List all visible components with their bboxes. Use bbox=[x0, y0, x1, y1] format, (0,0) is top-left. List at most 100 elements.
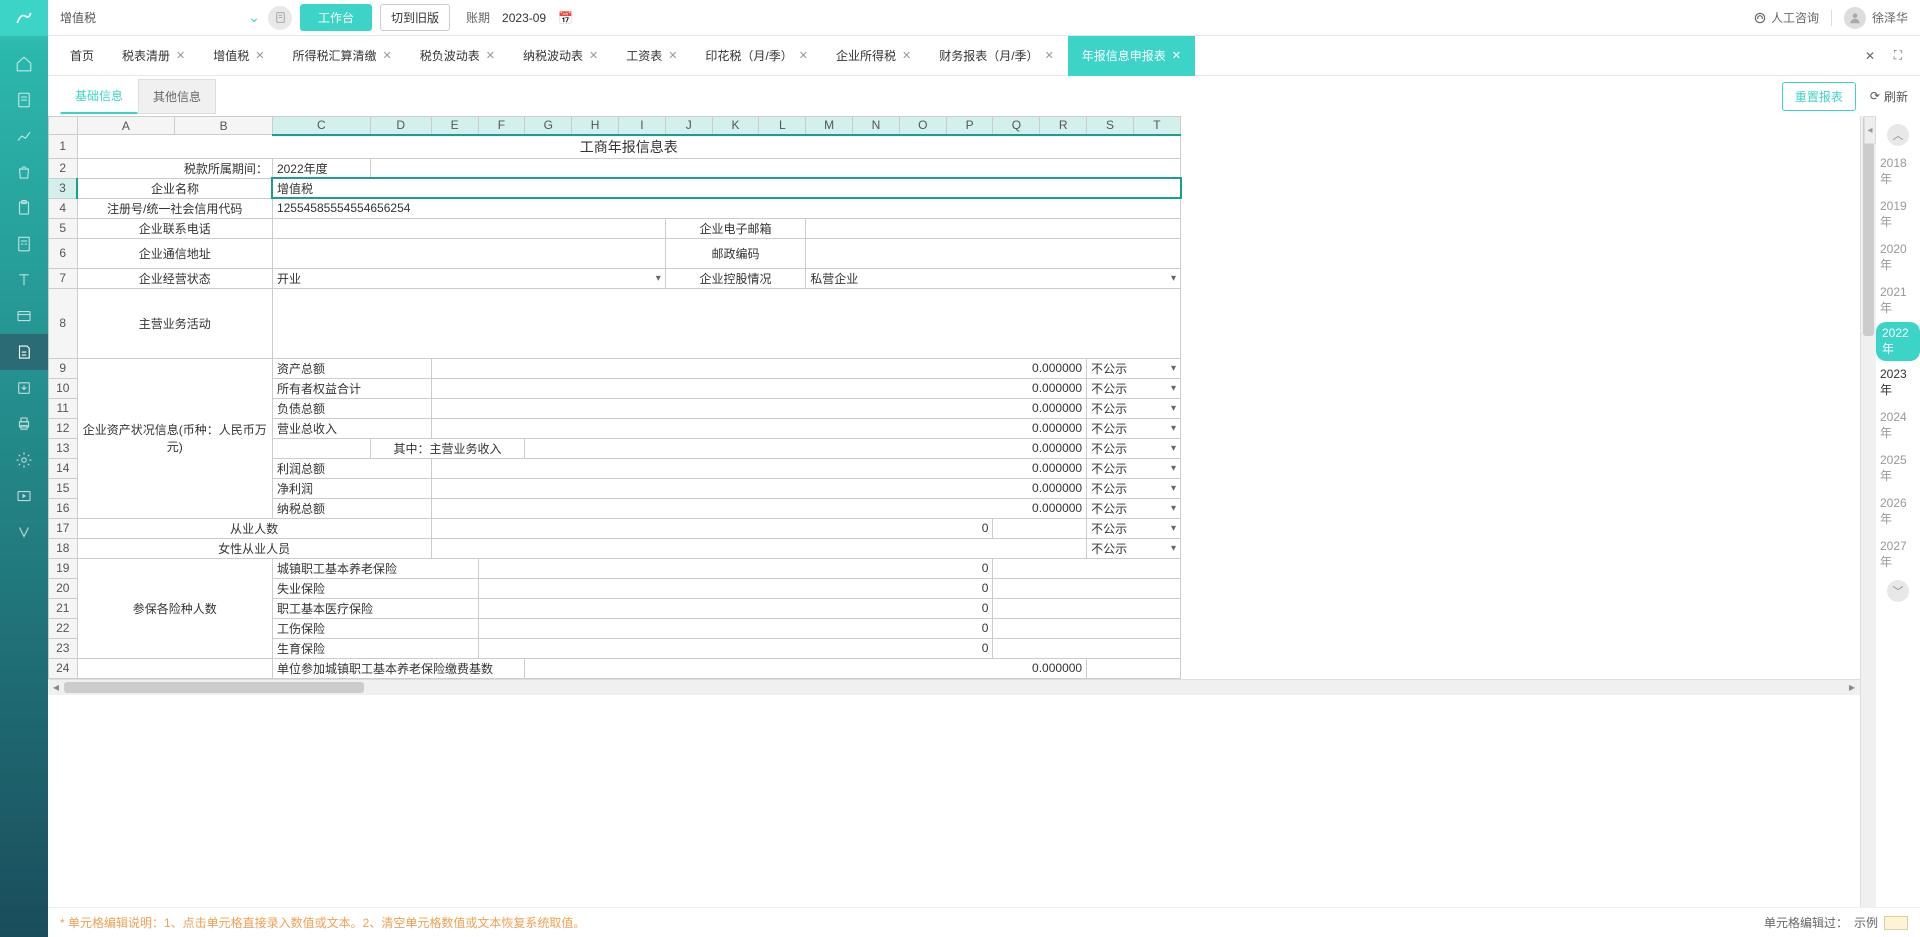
tab-item[interactable]: 纳税波动表✕ bbox=[509, 36, 612, 76]
col-header[interactable]: D bbox=[370, 117, 431, 135]
spreadsheet[interactable]: ABCDEFGHIJKLMNOPQRST 1工商年报信息表 2税款所属期间：20… bbox=[48, 116, 1181, 679]
calendar-icon[interactable]: 📅 bbox=[558, 11, 573, 25]
tab-close-icon[interactable]: ✕ bbox=[383, 49, 392, 62]
tab-close-all-icon[interactable]: ✕ bbox=[1856, 42, 1884, 70]
col-header[interactable]: K bbox=[712, 117, 759, 135]
nav-export-icon[interactable] bbox=[0, 370, 48, 406]
tab-close-icon[interactable]: ✕ bbox=[799, 49, 808, 62]
period-value: 2023-09 bbox=[502, 11, 546, 25]
tab-item[interactable]: 税负波动表✕ bbox=[406, 36, 509, 76]
col-header[interactable]: H bbox=[572, 117, 619, 135]
col-header[interactable]: C bbox=[272, 117, 370, 135]
tab-close-icon[interactable]: ✕ bbox=[668, 49, 677, 62]
year-item[interactable]: 2026年 bbox=[1876, 490, 1920, 533]
header-doc-icon[interactable] bbox=[268, 6, 292, 30]
workspace-button[interactable]: 工作台 bbox=[300, 4, 372, 31]
nav-v-icon[interactable] bbox=[0, 514, 48, 550]
nav-print-icon[interactable] bbox=[0, 406, 48, 442]
tab-item[interactable]: 年报信息申报表✕ bbox=[1068, 36, 1195, 76]
col-header[interactable]: L bbox=[759, 117, 806, 135]
scroll-right-icon[interactable]: ▸ bbox=[1844, 680, 1860, 695]
year-item[interactable]: 2019年 bbox=[1876, 193, 1920, 236]
user-menu[interactable]: 徐泽华 bbox=[1844, 7, 1908, 29]
year-item[interactable]: 2020年 bbox=[1876, 236, 1920, 279]
tab-close-icon[interactable]: ✕ bbox=[902, 49, 911, 62]
legend-example: 示例 bbox=[1854, 914, 1878, 931]
app-logo bbox=[0, 0, 48, 36]
col-header[interactable]: Q bbox=[993, 117, 1040, 135]
nav-report-icon[interactable] bbox=[0, 334, 48, 370]
sheet-scroll-area[interactable]: ABCDEFGHIJKLMNOPQRST 1工商年报信息表 2税款所属期间：20… bbox=[48, 116, 1860, 907]
col-header[interactable]: B bbox=[175, 117, 273, 135]
nav-bag-icon[interactable] bbox=[0, 154, 48, 190]
col-header[interactable]: E bbox=[431, 117, 478, 135]
refresh-icon: ⟳ bbox=[1870, 89, 1880, 103]
col-header[interactable]: A bbox=[77, 117, 175, 135]
vertical-scrollbar[interactable] bbox=[1860, 116, 1876, 907]
nav-doc-icon[interactable] bbox=[0, 82, 48, 118]
tab-item[interactable]: 增值税✕ bbox=[199, 36, 278, 76]
tab-close-icon[interactable]: ✕ bbox=[589, 49, 598, 62]
refresh-button[interactable]: ⟳ 刷新 bbox=[1870, 88, 1908, 105]
year-item[interactable]: 2018年 bbox=[1876, 150, 1920, 193]
sheet-title[interactable]: 工商年报信息表 bbox=[77, 135, 1181, 159]
nav-calc-icon[interactable] bbox=[0, 226, 48, 262]
col-header[interactable]: I bbox=[618, 117, 665, 135]
tab-expand-icon[interactable]: ⛶ bbox=[1884, 42, 1912, 70]
year-item[interactable]: 2025年 bbox=[1876, 447, 1920, 490]
top-header: 增值税 ⌄ 工作台 切到旧版 账期 2023-09 📅 人工咨询 bbox=[48, 0, 1920, 36]
year-panel: ︿ 2018年2019年2020年2021年2022年2023年2024年202… bbox=[1876, 116, 1920, 907]
reset-report-button[interactable]: 重置报表 bbox=[1782, 82, 1856, 111]
col-header[interactable]: P bbox=[946, 117, 993, 135]
tab-item[interactable]: 印花税（月/季）✕ bbox=[691, 36, 822, 76]
year-down-icon[interactable]: ﹀ bbox=[1887, 580, 1909, 602]
company-select[interactable]: 增值税 ⌄ bbox=[60, 9, 260, 26]
scroll-left-icon[interactable]: ◂ bbox=[48, 680, 64, 695]
nav-text-icon[interactable] bbox=[0, 262, 48, 298]
nav-chart-icon[interactable] bbox=[0, 118, 48, 154]
support-link[interactable]: 人工咨询 bbox=[1753, 9, 1819, 26]
year-item[interactable]: 2022年 bbox=[1876, 322, 1920, 361]
col-header[interactable]: S bbox=[1087, 117, 1134, 135]
nav-card-icon[interactable] bbox=[0, 298, 48, 334]
col-header[interactable]: T bbox=[1133, 117, 1180, 135]
cell-company-name[interactable]: 增值税 bbox=[272, 178, 1180, 198]
col-header[interactable]: F bbox=[478, 117, 525, 135]
nav-settings-icon[interactable] bbox=[0, 442, 48, 478]
tab-item[interactable]: 首页 bbox=[56, 36, 108, 76]
tab-item[interactable]: 所得税汇算清缴✕ bbox=[278, 36, 405, 76]
switch-old-button[interactable]: 切到旧版 bbox=[380, 4, 450, 31]
corner-cell[interactable] bbox=[49, 117, 78, 135]
tab-item[interactable]: 税表清册✕ bbox=[108, 36, 199, 76]
horizontal-scrollbar[interactable]: ◂ ▸ bbox=[48, 679, 1860, 695]
tab-item[interactable]: 企业所得税✕ bbox=[822, 36, 925, 76]
col-header[interactable]: O bbox=[899, 117, 946, 135]
tab-close-icon[interactable]: ✕ bbox=[255, 49, 264, 62]
year-item[interactable]: 2024年 bbox=[1876, 404, 1920, 447]
col-header[interactable]: N bbox=[853, 117, 900, 135]
tab-close-icon[interactable]: ✕ bbox=[176, 49, 185, 62]
tab-bar: 首页税表清册✕增值税✕所得税汇算清缴✕税负波动表✕纳税波动表✕工资表✕印花税（月… bbox=[48, 36, 1920, 76]
year-panel-collapse[interactable]: ◂ bbox=[1864, 116, 1876, 144]
tab-item[interactable]: 财务报表（月/季）✕ bbox=[925, 36, 1068, 76]
year-up-icon[interactable]: ︿ bbox=[1887, 124, 1909, 146]
col-header[interactable]: G bbox=[525, 117, 572, 135]
nav-video-icon[interactable] bbox=[0, 478, 48, 514]
year-item[interactable]: 2027年 bbox=[1876, 533, 1920, 576]
nav-clipboard-icon[interactable] bbox=[0, 190, 48, 226]
subtab-basic[interactable]: 基础信息 bbox=[60, 78, 138, 114]
chevron-down-icon: ⌄ bbox=[248, 9, 260, 26]
legend-label: 单元格编辑过： bbox=[1764, 914, 1848, 931]
year-item[interactable]: 2023年 bbox=[1876, 361, 1920, 404]
tab-close-icon[interactable]: ✕ bbox=[1045, 49, 1054, 62]
tab-close-icon[interactable]: ✕ bbox=[1172, 49, 1181, 62]
col-header[interactable]: M bbox=[806, 117, 853, 135]
status-dropdown: 开业 bbox=[277, 270, 661, 287]
nav-home-icon[interactable] bbox=[0, 46, 48, 82]
year-item[interactable]: 2021年 bbox=[1876, 279, 1920, 322]
col-header[interactable]: R bbox=[1040, 117, 1087, 135]
tab-item[interactable]: 工资表✕ bbox=[612, 36, 691, 76]
tab-close-icon[interactable]: ✕ bbox=[486, 49, 495, 62]
subtab-other[interactable]: 其他信息 bbox=[138, 79, 216, 114]
col-header[interactable]: J bbox=[665, 117, 712, 135]
